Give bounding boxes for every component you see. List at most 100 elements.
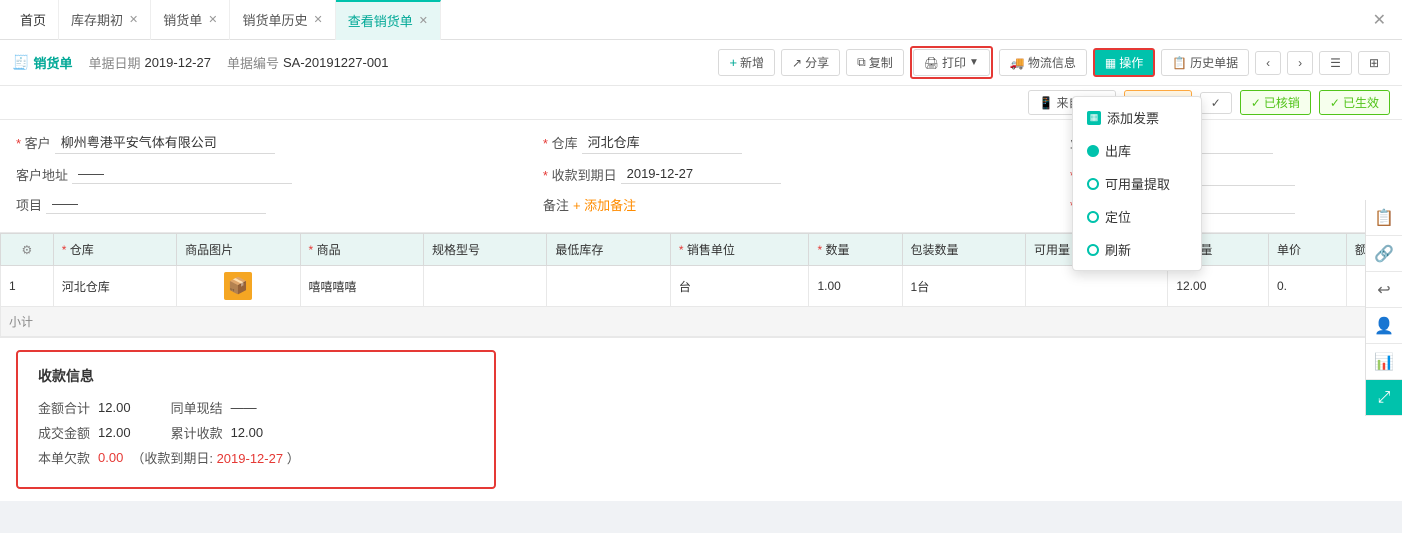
column-pack-qty: 包装数量 <box>902 234 1025 266</box>
tab-inventory-close[interactable]: ✕ <box>129 13 138 26</box>
effect-button[interactable]: ✓ 已生效 <box>1319 90 1390 115</box>
owed-field: 本单欠款 0.00 （收款到期日: 2019-12-27 ） <box>38 448 300 467</box>
due-date-label: 收款到期日 <box>543 165 617 184</box>
deal-amount-label: 成交金额 <box>38 423 90 442</box>
tab-sales[interactable]: 销货单 ✕ <box>151 0 230 40</box>
row-spec[interactable] <box>423 266 546 307</box>
cumulative-field: 累计收款 12.00 <box>171 423 264 442</box>
same-order-value: —— <box>231 400 257 415</box>
add-invoice-icon: ▦ <box>1087 111 1101 125</box>
logistics-button[interactable]: 🚚 物流信息 <box>999 49 1087 76</box>
warehouse-label: 仓库 <box>543 133 578 152</box>
due-note: （收款到期日: 2019-12-27 ） <box>131 448 299 467</box>
row-image: 📦 <box>177 266 300 307</box>
tab-sales-history-close[interactable]: ✕ <box>314 13 323 26</box>
dropdown-locate[interactable]: 定位 <box>1073 200 1201 233</box>
row-min-stock[interactable] <box>547 266 670 307</box>
row-pack-qty[interactable]: 1台 <box>902 266 1025 307</box>
history-button[interactable]: 📋 历史单据 <box>1161 49 1249 76</box>
tab-sales-close[interactable]: ✕ <box>208 13 217 26</box>
column-min-stock: 最低库存 <box>547 234 670 266</box>
row-available[interactable] <box>1025 266 1167 307</box>
subtotal-label: 小计 <box>1 307 1402 337</box>
dropdown-add-invoice[interactable]: ▦ 添加发票 <box>1073 101 1201 134</box>
customer-label: 客户 <box>16 133 51 152</box>
document-date-field: 单据日期 2019-12-27 <box>88 53 211 72</box>
document-toolbar: 🧾 销货单 单据日期 2019-12-27 单据编号 SA-20191227-0… <box>0 40 1402 86</box>
row-product[interactable]: 嘻嘻嘻嘻 <box>300 266 423 307</box>
deal-amount-field: 成交金额 12.00 <box>38 423 131 442</box>
warehouse-field: 仓库 河北仓库 <box>543 130 1070 154</box>
check-icon-button[interactable]: ✓ <box>1200 92 1232 114</box>
deal-amount-value: 12.00 <box>98 425 131 440</box>
row-qty[interactable]: 1.00 <box>809 266 902 307</box>
address-value[interactable]: —— <box>72 164 292 184</box>
share-button[interactable]: ↗ 分享 <box>781 49 840 76</box>
column-qty: 数量 <box>809 234 902 266</box>
due-date-value[interactable]: 2019-12-27 <box>621 164 781 184</box>
warehouse-value[interactable]: 河北仓库 <box>582 130 742 154</box>
print-button-highlight: 🖨 打印 ▼ <box>910 46 993 79</box>
dropdown-outbound[interactable]: 出库 <box>1073 134 1201 167</box>
row-price[interactable]: 0. <box>1269 266 1347 307</box>
payment-section: 收款信息 金额合计 12.00 同单现结 —— 成交金额 12.00 累计收款 … <box>16 350 496 489</box>
side-icon-6[interactable]: ⤢ <box>1366 380 1402 416</box>
tab-check-sales-close[interactable]: ✕ <box>419 14 428 27</box>
dropdown-available-qty[interactable]: 可用量提取 <box>1073 167 1201 200</box>
owed-label: 本单欠款 <box>38 448 90 467</box>
tab-inventory[interactable]: 库存期初 ✕ <box>59 0 151 40</box>
total-amount-value: 12.00 <box>98 400 131 415</box>
tab-home[interactable]: 首页 <box>8 0 59 40</box>
dropdown-refresh[interactable]: 刷新 <box>1073 233 1201 266</box>
column-settings[interactable]: ⚙ <box>1 234 54 266</box>
print-button[interactable]: 🖨 打印 ▼ <box>913 49 990 76</box>
row-warehouse[interactable]: 河北仓库 <box>53 266 176 307</box>
cumulative-label: 累计收款 <box>171 423 223 442</box>
side-icon-4[interactable]: 👤 <box>1366 308 1402 344</box>
new-button[interactable]: + 新增 <box>718 49 775 76</box>
operate-dropdown-menu: ▦ 添加发票 出库 可用量提取 定位 刷新 <box>1072 96 1202 271</box>
due-date-field: 收款到期日 2019-12-27 <box>543 164 1070 184</box>
same-order-label: 同单现结 <box>171 398 223 417</box>
side-icon-panel: 📋 🔗 ↩ 👤 📊 ⤢ <box>1365 200 1402 416</box>
available-qty-icon <box>1087 178 1099 190</box>
column-product: 商品 <box>300 234 423 266</box>
add-note-button[interactable]: 添加备注 <box>573 195 636 214</box>
row-unit[interactable]: 台 <box>670 266 809 307</box>
grid-view-button[interactable]: ☰ <box>1319 51 1352 75</box>
project-label: 项目 <box>16 195 42 214</box>
customer-value[interactable]: 柳州粤港平安气体有限公司 <box>55 130 275 154</box>
tab-bar: 首页 库存期初 ✕ 销货单 ✕ 销货单历史 ✕ 查看销货单 ✕ ✕ <box>0 0 1402 40</box>
next-record-button[interactable]: › <box>1287 51 1313 75</box>
due-note-date: 2019-12-27 <box>217 451 284 466</box>
total-amount-label: 金额合计 <box>38 398 90 417</box>
side-icon-2[interactable]: 🔗 <box>1366 236 1402 272</box>
column-image: 商品图片 <box>177 234 300 266</box>
prev-record-button[interactable]: ‹ <box>1255 51 1281 75</box>
document-no-field: 单据编号 SA-20191227-001 <box>227 53 389 72</box>
tab-check-sales[interactable]: 查看销货单 ✕ <box>336 0 441 40</box>
payment-row-1: 金额合计 12.00 同单现结 —— <box>38 398 474 417</box>
confirmed-button[interactable]: ✓ 已核销 <box>1240 90 1311 115</box>
document-type: 🧾 销货单 <box>12 53 72 72</box>
copy-button[interactable]: ⧉ 复制 <box>846 49 904 76</box>
table-row[interactable]: 1 河北仓库 📦 嘻嘻嘻嘻 台 1.00 1台 12.00 0. <box>1 266 1402 307</box>
side-icon-5[interactable]: 📊 <box>1366 344 1402 380</box>
operate-button[interactable]: ▦ 操作 <box>1093 48 1155 77</box>
product-image: 📦 <box>224 272 252 300</box>
side-icon-3[interactable]: ↩ <box>1366 272 1402 308</box>
column-unit: 销售单位 <box>670 234 809 266</box>
row-no: 1 <box>1 266 54 307</box>
same-order-field: 同单现结 —— <box>171 398 257 417</box>
owed-value: 0.00 <box>98 450 123 465</box>
tab-sales-history[interactable]: 销货单历史 ✕ <box>230 0 335 40</box>
project-value[interactable]: —— <box>46 194 266 214</box>
locate-icon <box>1087 211 1099 223</box>
column-warehouse: 仓库 <box>53 234 176 266</box>
side-icon-1[interactable]: 📋 <box>1366 200 1402 236</box>
list-view-button[interactable]: ⊞ <box>1358 51 1390 75</box>
tab-bar-close-button[interactable]: ✕ <box>1365 10 1394 30</box>
row-current[interactable]: 12.00 <box>1168 266 1269 307</box>
payment-title: 收款信息 <box>38 366 474 386</box>
cumulative-value: 12.00 <box>231 425 264 440</box>
